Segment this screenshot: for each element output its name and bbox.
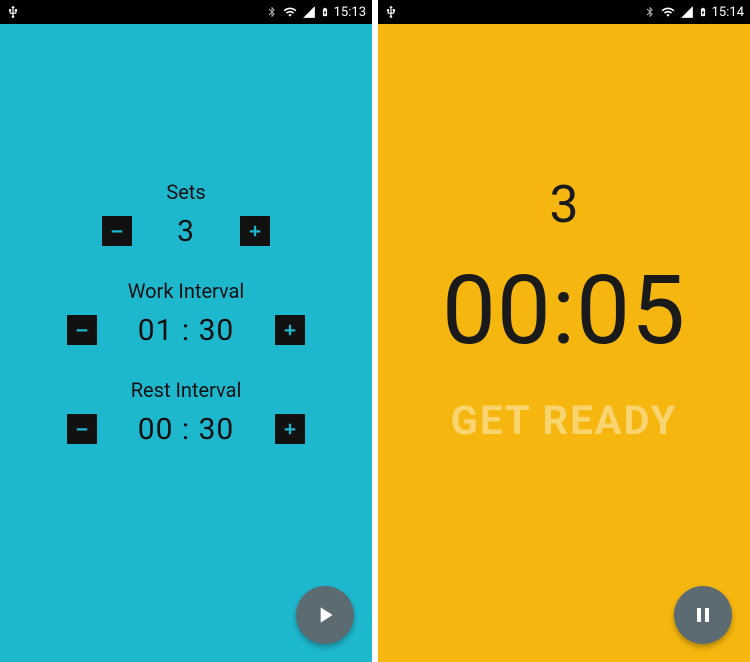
- sets-row: Sets 3: [102, 180, 270, 249]
- rest-stepper: 00 : 30: [67, 412, 305, 447]
- signal-icon: [680, 5, 694, 19]
- play-button[interactable]: [296, 586, 354, 644]
- wifi-icon: [660, 5, 676, 19]
- setup-content: Sets 3 Work Interval 01 : 30: [0, 24, 372, 662]
- rest-plus-button[interactable]: [275, 414, 305, 444]
- work-stepper: 01 : 30: [67, 313, 305, 348]
- status-time: 15:14: [712, 5, 744, 20]
- battery-charging-icon: [320, 5, 330, 19]
- sets-value: 3: [166, 214, 206, 249]
- rest-label: Rest Interval: [131, 378, 242, 402]
- bluetooth-icon: [266, 5, 278, 19]
- usb-icon: [6, 5, 20, 19]
- phase-label: GET READY: [451, 397, 678, 444]
- timer-running-screen: 15:14 3 00:05 GET READY: [378, 0, 750, 662]
- status-bar: 15:14: [378, 0, 750, 24]
- signal-icon: [302, 5, 316, 19]
- rest-value: 00 : 30: [131, 412, 241, 447]
- status-bar: 15:13: [0, 0, 372, 24]
- running-content: 3 00:05 GET READY: [378, 24, 750, 662]
- work-label: Work Interval: [128, 279, 245, 303]
- usb-icon: [384, 5, 398, 19]
- bluetooth-icon: [644, 5, 656, 19]
- countdown-time: 00:05: [442, 255, 686, 367]
- sets-stepper: 3: [102, 214, 270, 249]
- work-value: 01 : 30: [131, 313, 241, 348]
- work-interval-row: Work Interval 01 : 30: [67, 279, 305, 348]
- work-minus-button[interactable]: [67, 315, 97, 345]
- sets-minus-button[interactable]: [102, 216, 132, 246]
- battery-charging-icon: [698, 5, 708, 19]
- pause-button[interactable]: [674, 586, 732, 644]
- rest-interval-row: Rest Interval 00 : 30: [67, 378, 305, 447]
- wifi-icon: [282, 5, 298, 19]
- rest-minus-button[interactable]: [67, 414, 97, 444]
- work-plus-button[interactable]: [275, 315, 305, 345]
- sets-remaining: 3: [549, 174, 578, 235]
- sets-label: Sets: [166, 180, 205, 204]
- status-time: 15:13: [334, 5, 366, 20]
- timer-setup-screen: 15:13 Sets 3 Work Interval 01 : 30: [0, 0, 372, 662]
- sets-plus-button[interactable]: [240, 216, 270, 246]
